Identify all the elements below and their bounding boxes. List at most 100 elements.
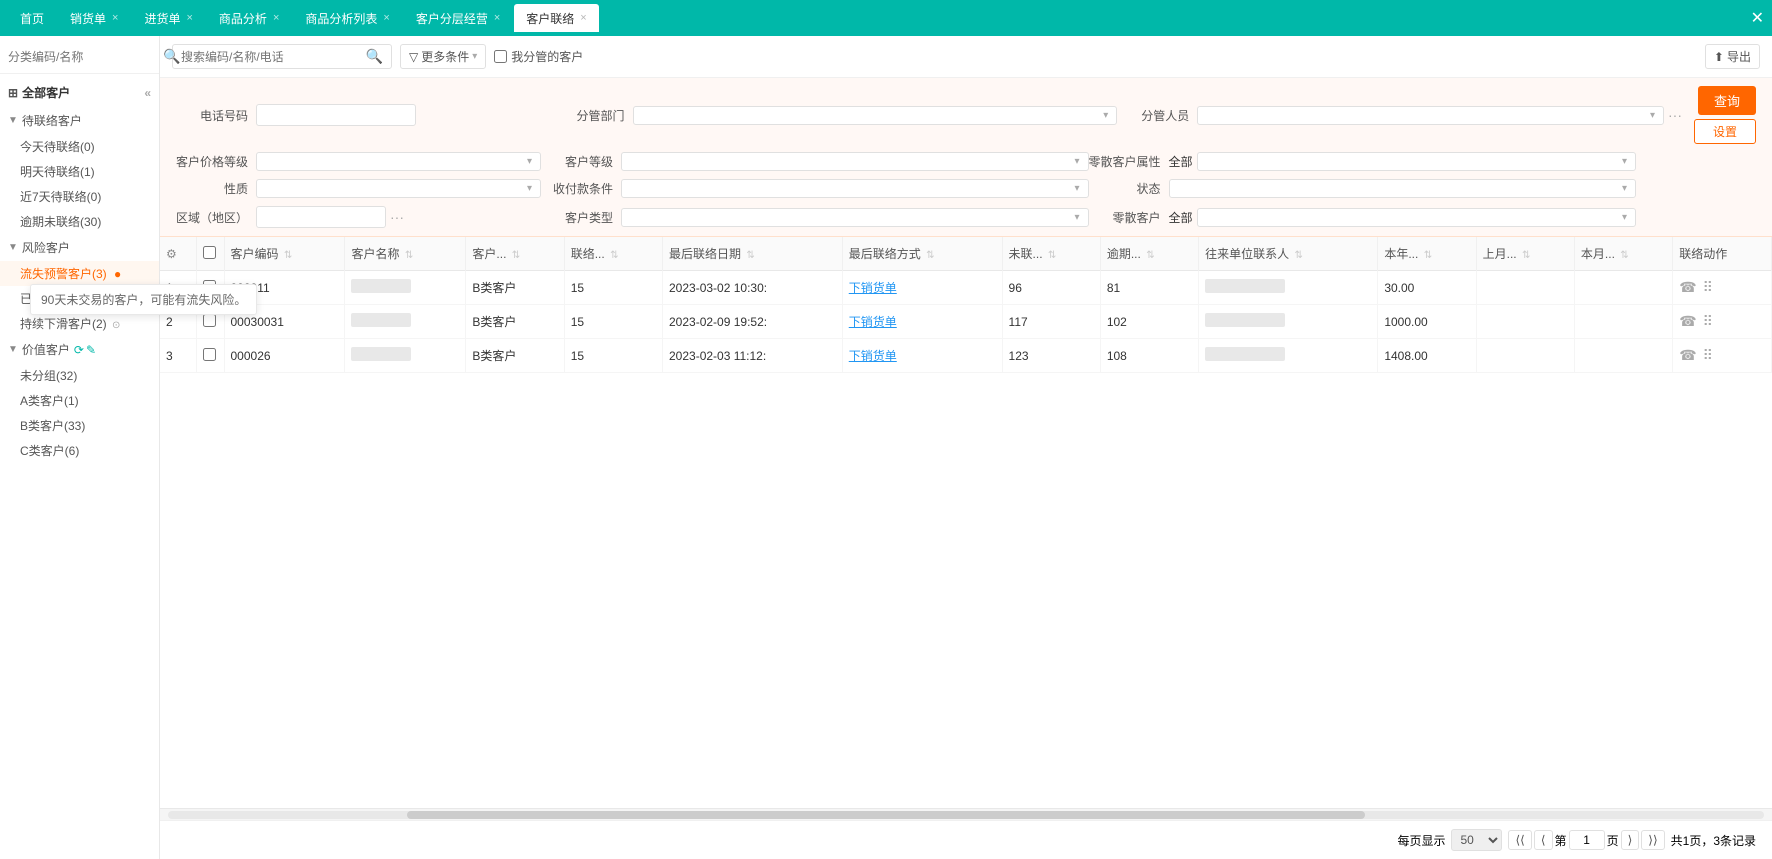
sidebar-group-value[interactable]: ▼ 价值客户 ⟳ ✎ [0,336,159,363]
cell-last-method[interactable]: 下销货单 [842,339,1002,373]
filter-select-payment[interactable]: ▾ [621,179,1089,198]
page-label: 第 [1555,832,1567,849]
tab-customer-layer[interactable]: 客户分层经营 × [404,4,512,32]
tab-close-sales[interactable]: × [112,12,118,24]
row-checkbox-2[interactable] [203,348,216,361]
tab-product-list[interactable]: 商品分析列表 × [293,4,401,32]
th-unit-contact: 往来单位联系人 ⇅ [1199,237,1378,271]
export-icon: ⬆ [1714,50,1724,64]
last-method-link-2[interactable]: 下销货单 [849,349,897,363]
collapse-icon[interactable]: « [144,86,151,100]
last-page-button[interactable]: ⟩⟩ [1641,830,1664,850]
tab-customer-contact[interactable]: 客户联络 × [514,4,598,32]
th-type: 客户... ⇅ [466,237,564,271]
tab-bar: 首页 销货单 × 进货单 × 商品分析 × 商品分析列表 × 客户分层经营 × … [0,0,1772,36]
sidebar-item-overdue[interactable]: 逾期未联络(30) [0,209,159,234]
sidebar-group-pending[interactable]: ▼ 待联络客户 [0,107,159,134]
filter-select-customer-level[interactable]: ▾ [621,152,1089,171]
filter-select-status[interactable]: ▾ [1169,179,1637,198]
filter-dots-region[interactable]: ··· [390,209,404,225]
sidebar-all-customers[interactable]: ⊞ 全部客户 « [0,78,159,107]
first-page-button[interactable]: ⟨⟨ [1508,830,1531,850]
filter-select-scatter-attr[interactable]: ▾ [1197,152,1636,171]
sidebar-group-risk[interactable]: ▼ 风险客户 [0,234,159,261]
filter-select-price-level[interactable]: ▾ [256,152,541,171]
sidebar-item-today[interactable]: 今天待联络(0) [0,134,159,159]
sort-icon-type: ⇅ [512,250,520,261]
action-more-icon-0[interactable]: ⠿ [1703,279,1713,296]
sort-icon-this-month: ⇅ [1620,250,1628,261]
filter-dots-manager[interactable]: ··· [1668,107,1682,123]
th-contact: 联络... ⇅ [564,237,662,271]
my-customers-checkbox[interactable] [494,50,507,63]
sidebar-item-class-a[interactable]: A类客户(1) [0,388,159,413]
toolbar: 🔍 ▽ 更多条件 ▾ 我分管的客户 ⬆ 导出 [160,36,1772,78]
filter-select-nature[interactable]: ▾ [256,179,541,198]
th-no: ⚙ [160,237,196,271]
sidebar-item-class-b[interactable]: B类客户(33) [0,413,159,438]
search-input-wrap: 🔍 [172,44,392,69]
cell-checkbox[interactable] [196,339,224,373]
filter-field-phone: 电话号码 [176,104,553,126]
sort-icon-contact: ⇅ [610,250,618,261]
tab-close-product-analysis[interactable]: × [273,12,279,24]
filter-select-customer-type[interactable]: ▾ [621,208,1089,227]
tab-product-analysis[interactable]: 商品分析 × [207,4,291,32]
query-button[interactable]: 查询 [1698,86,1756,115]
cell-this-year: 1408.00 [1378,339,1476,373]
settings-button[interactable]: 设置 [1694,119,1756,144]
row-checkbox-1[interactable] [203,314,216,327]
more-filters-button[interactable]: ▽ 更多条件 ▾ [400,44,486,69]
tab-close-customer-contact[interactable]: × [580,12,586,24]
search-input[interactable] [181,50,366,64]
tab-close-purchase[interactable]: × [186,12,192,24]
action-phone-icon-0[interactable]: ☎ [1679,279,1696,296]
sidebar-item-unclassified[interactable]: 未分组(32) [0,363,159,388]
sidebar-item-class-c[interactable]: C类客户(6) [0,438,159,463]
search-icon[interactable]: 🔍 [366,48,383,65]
tab-home[interactable]: 首页 [8,4,56,32]
page-number-input[interactable] [1569,830,1605,850]
cell-this-year: 30.00 [1378,271,1476,305]
filter-select-dept[interactable]: ▾ [633,106,1118,125]
filter-select-manager[interactable]: ▾ [1197,106,1664,125]
tab-purchase[interactable]: 进货单 × [132,4,204,32]
cell-last-month [1476,271,1574,305]
cell-last-method[interactable]: 下销货单 [842,271,1002,305]
content-area: 🔍 ▽ 更多条件 ▾ 我分管的客户 ⬆ 导出 [160,36,1772,859]
chevron-down-manager: ▾ [1650,110,1655,121]
action-more-icon-1[interactable]: ⠿ [1703,313,1713,330]
sidebar-item-7days[interactable]: 近7天待联络(0) [0,184,159,209]
filter-label-dept: 分管部门 [553,107,633,124]
sidebar-search-input[interactable] [8,50,163,64]
next-page-button[interactable]: ⟩ [1621,830,1640,850]
scrollbar-thumb[interactable] [407,811,1365,819]
action-more-icon-2[interactable]: ⠿ [1703,347,1713,364]
prev-page-button[interactable]: ⟨ [1534,830,1553,850]
per-page-select[interactable]: 50 100 200 [1451,829,1502,851]
action-phone-icon-2[interactable]: ☎ [1679,347,1696,364]
sidebar-item-tomorrow[interactable]: 明天待联络(1) [0,159,159,184]
filter-input-region[interactable] [256,206,386,228]
filter-label-payment: 收付款条件 [541,180,621,197]
close-window-button[interactable]: ✕ [1751,8,1764,28]
filter-select-scatter[interactable]: ▾ [1197,208,1636,227]
sort-icon-year: ⇅ [1424,250,1432,261]
pagination: 每页显示 50 100 200 ⟨⟨ ⟨ 第 页 ⟩ ⟩⟩ 共1页，3条记录 [160,820,1772,859]
sidebar-search-icon[interactable]: 🔍 [163,48,180,65]
my-customers-checkbox-label[interactable]: 我分管的客户 [494,48,583,65]
settings-gear-icon[interactable]: ⚙ [166,247,177,261]
cell-action: ☎ ⠿ [1673,305,1772,339]
last-method-link-1[interactable]: 下销货单 [849,315,897,329]
tab-close-product-list[interactable]: × [383,12,389,24]
export-button[interactable]: ⬆ 导出 [1705,44,1760,69]
filter-input-phone[interactable] [256,104,416,126]
cell-last-method[interactable]: 下销货单 [842,305,1002,339]
tab-sales[interactable]: 销货单 × [58,4,130,32]
action-phone-icon-1[interactable]: ☎ [1679,313,1696,330]
tab-close-customer-layer[interactable]: × [494,12,500,24]
horizontal-scrollbar[interactable] [160,808,1772,820]
last-method-link-0[interactable]: 下销货单 [849,281,897,295]
select-all-checkbox[interactable] [203,246,216,259]
sidebar-item-churn-warning[interactable]: 流失预警客户(3) ● [0,261,159,286]
